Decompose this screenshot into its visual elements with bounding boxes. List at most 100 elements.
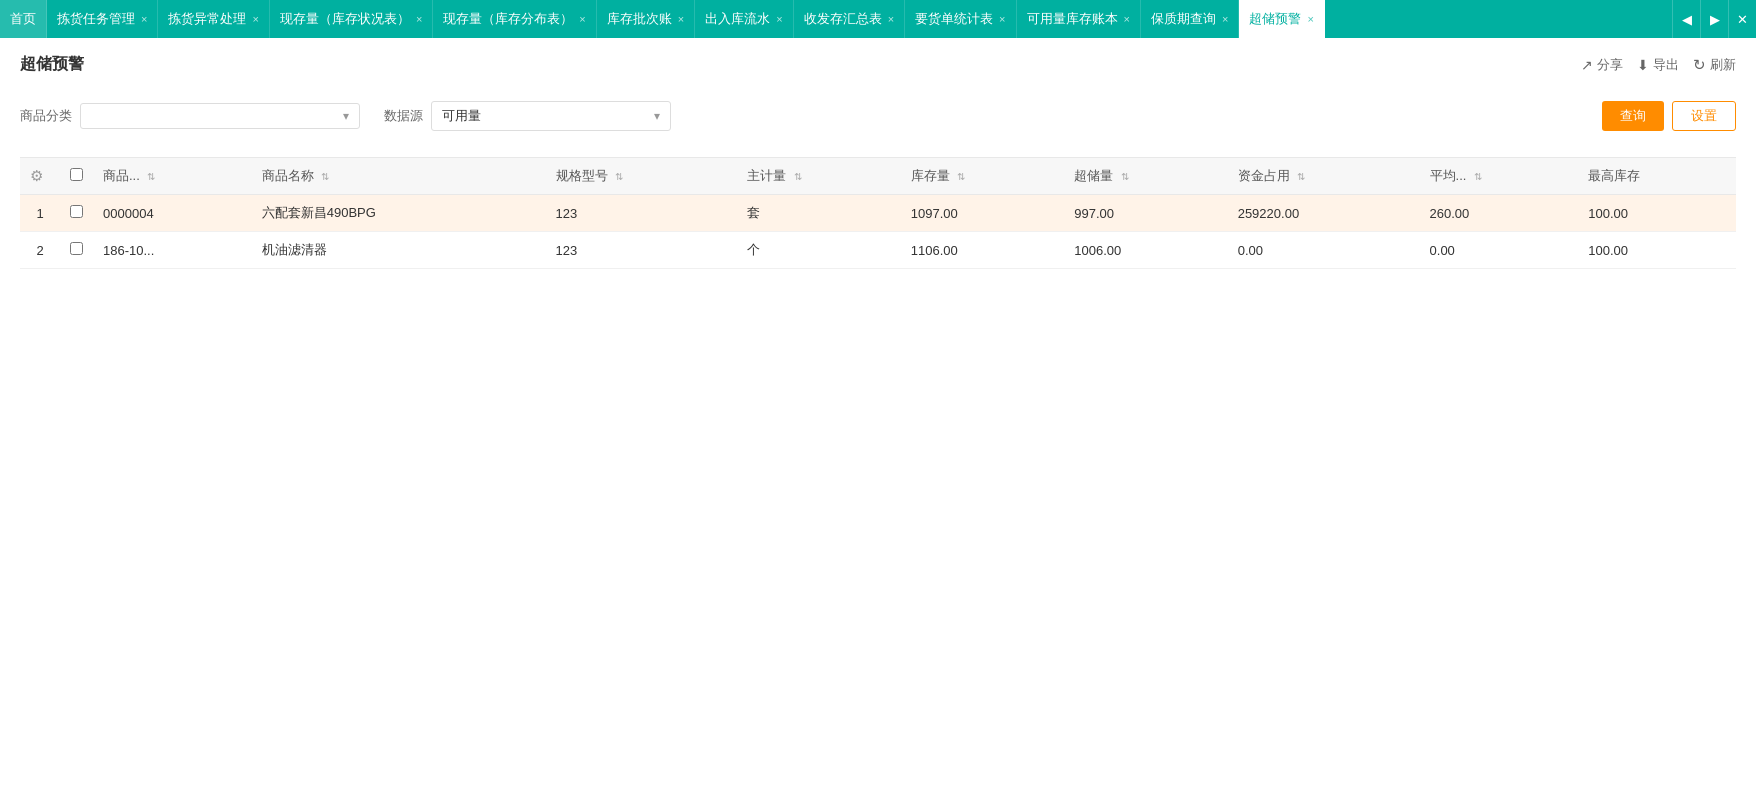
- data-source-value: 可用量: [442, 107, 481, 125]
- product-category-chevron-icon: ▾: [343, 109, 349, 123]
- table-header-row: ⚙ 商品... ⇅ 商品名称 ⇅ 规格型号 ⇅ 主计量: [20, 158, 1736, 195]
- cell-capital: 0.00: [1228, 232, 1420, 269]
- cell-avg: 0.00: [1420, 232, 1579, 269]
- cell-avg: 260.00: [1420, 195, 1579, 232]
- product-category-label: 商品分类: [20, 107, 72, 125]
- cell-product-name: 机油滤清器: [252, 232, 546, 269]
- col-capital[interactable]: 资金占用 ⇅: [1228, 158, 1420, 195]
- close-picking-exception[interactable]: ×: [252, 13, 258, 25]
- col-spec[interactable]: 规格型号 ⇅: [546, 158, 738, 195]
- page-title: 超储预警: [20, 54, 84, 75]
- select-all-checkbox[interactable]: [70, 168, 83, 181]
- cell-max-stock: 100.00: [1578, 232, 1736, 269]
- close-requisition-stat[interactable]: ×: [999, 13, 1005, 25]
- close-available-ledger[interactable]: ×: [1124, 13, 1130, 25]
- sort-spec-icon: ⇅: [615, 171, 623, 182]
- sort-stock-icon: ⇅: [957, 171, 965, 182]
- col-excess[interactable]: 超储量 ⇅: [1064, 158, 1227, 195]
- nav-inventory-dist[interactable]: 现存量（库存分布表） ×: [433, 0, 596, 38]
- nav-arrow-left[interactable]: ◀: [1672, 0, 1700, 38]
- row-checkbox-0[interactable]: [70, 205, 83, 218]
- col-max-stock[interactable]: 最高库存: [1578, 158, 1736, 195]
- data-source-label: 数据源: [384, 107, 423, 125]
- sort-product-code-icon: ⇅: [147, 171, 155, 182]
- nav-overstock-warning[interactable]: 超储预警 ×: [1239, 0, 1324, 38]
- col-unit[interactable]: 主计量 ⇅: [737, 158, 900, 195]
- header-actions: ↗ 分享 ⬇ 导出 ↻ 刷新: [1581, 56, 1736, 74]
- cell-max-stock: 100.00: [1578, 195, 1736, 232]
- col-avg[interactable]: 平均... ⇅: [1420, 158, 1579, 195]
- row-checkbox-cell: [60, 195, 93, 232]
- export-label: 导出: [1653, 56, 1679, 74]
- close-inventory-dist[interactable]: ×: [579, 13, 585, 25]
- col-gear: ⚙: [20, 158, 60, 195]
- refresh-label: 刷新: [1710, 56, 1736, 74]
- close-inventory-status[interactable]: ×: [416, 13, 422, 25]
- table-row: 1 0000004 六配套新昌490BPG 123 套 1097.00 997.…: [20, 195, 1736, 232]
- close-overstock-warning[interactable]: ×: [1307, 13, 1313, 25]
- refresh-action[interactable]: ↻ 刷新: [1693, 56, 1736, 74]
- close-receive-send[interactable]: ×: [888, 13, 894, 25]
- nav-arrow-group: ◀ ▶ ✕: [1672, 0, 1756, 38]
- share-action[interactable]: ↗ 分享: [1581, 56, 1623, 74]
- sort-capital-icon: ⇅: [1297, 171, 1305, 182]
- nav-receive-send[interactable]: 收发存汇总表 ×: [794, 0, 905, 38]
- data-source-filter: 数据源 可用量 ▾: [384, 101, 671, 131]
- close-quality-period[interactable]: ×: [1222, 13, 1228, 25]
- share-label: 分享: [1597, 56, 1623, 74]
- cell-unit: 套: [737, 195, 900, 232]
- row-checkbox-cell: [60, 232, 93, 269]
- cell-product-code: 0000004: [93, 195, 252, 232]
- filter-actions: 查询 设置: [1602, 101, 1736, 131]
- nav-quality-period[interactable]: 保质期查询 ×: [1141, 0, 1239, 38]
- settings-button[interactable]: 设置: [1672, 101, 1736, 131]
- nav-requisition-stat[interactable]: 要货单统计表 ×: [905, 0, 1016, 38]
- nav-arrow-close[interactable]: ✕: [1728, 0, 1756, 38]
- page-header: 超储预警 ↗ 分享 ⬇ 导出 ↻ 刷新: [20, 54, 1736, 75]
- export-action[interactable]: ⬇ 导出: [1637, 56, 1679, 74]
- nav-arrow-right[interactable]: ▶: [1700, 0, 1728, 38]
- col-product-name[interactable]: 商品名称 ⇅: [252, 158, 546, 195]
- table-row: 2 186-10... 机油滤清器 123 个 1106.00 1006.00 …: [20, 232, 1736, 269]
- col-product-code[interactable]: 商品... ⇅: [93, 158, 252, 195]
- cell-stock: 1097.00: [901, 195, 1064, 232]
- col-select-all[interactable]: [60, 158, 93, 195]
- nav-available-ledger[interactable]: 可用量库存账本 ×: [1017, 0, 1141, 38]
- close-batch-account[interactable]: ×: [678, 13, 684, 25]
- query-button[interactable]: 查询: [1602, 101, 1664, 131]
- row-num: 2: [20, 232, 60, 269]
- sort-unit-icon: ⇅: [794, 171, 802, 182]
- sort-avg-icon: ⇅: [1474, 171, 1482, 182]
- gear-icon[interactable]: ⚙: [30, 167, 43, 184]
- row-checkbox-1[interactable]: [70, 242, 83, 255]
- cell-product-code: 186-10...: [93, 232, 252, 269]
- cell-stock: 1106.00: [901, 232, 1064, 269]
- page-content: 超储预警 ↗ 分享 ⬇ 导出 ↻ 刷新 商品分类 ▾ 数据源: [0, 38, 1756, 800]
- nav-home[interactable]: 首页: [0, 0, 47, 38]
- nav-inventory-status[interactable]: 现存量（库存状况表） ×: [270, 0, 433, 38]
- nav-inout-flow[interactable]: 出入库流水 ×: [695, 0, 793, 38]
- col-stock[interactable]: 库存量 ⇅: [901, 158, 1064, 195]
- refresh-icon: ↻: [1693, 56, 1706, 74]
- export-icon: ⬇: [1637, 57, 1649, 73]
- close-picking-task[interactable]: ×: [141, 13, 147, 25]
- cell-product-name: 六配套新昌490BPG: [252, 195, 546, 232]
- filter-bar: 商品分类 ▾ 数据源 可用量 ▾ 查询 设置: [20, 91, 1736, 141]
- nav-batch-account[interactable]: 库存批次账 ×: [597, 0, 695, 38]
- cell-excess: 1006.00: [1064, 232, 1227, 269]
- data-source-chevron-icon: ▾: [654, 109, 660, 123]
- product-category-filter: 商品分类 ▾: [20, 103, 360, 129]
- row-num: 1: [20, 195, 60, 232]
- cell-unit: 个: [737, 232, 900, 269]
- nav-picking-task[interactable]: 拣货任务管理 ×: [47, 0, 158, 38]
- close-inout-flow[interactable]: ×: [776, 13, 782, 25]
- cell-excess: 997.00: [1064, 195, 1227, 232]
- top-navigation: 首页 拣货任务管理 × 拣货异常处理 × 现存量（库存状况表） × 现存量（库存…: [0, 0, 1756, 38]
- data-table: ⚙ 商品... ⇅ 商品名称 ⇅ 规格型号 ⇅ 主计量: [20, 157, 1736, 269]
- sort-product-name-icon: ⇅: [321, 171, 329, 182]
- sort-excess-icon: ⇅: [1121, 171, 1129, 182]
- product-category-select[interactable]: ▾: [80, 103, 360, 129]
- cell-spec: 123: [546, 195, 738, 232]
- data-source-select[interactable]: 可用量 ▾: [431, 101, 671, 131]
- nav-picking-exception[interactable]: 拣货异常处理 ×: [158, 0, 269, 38]
